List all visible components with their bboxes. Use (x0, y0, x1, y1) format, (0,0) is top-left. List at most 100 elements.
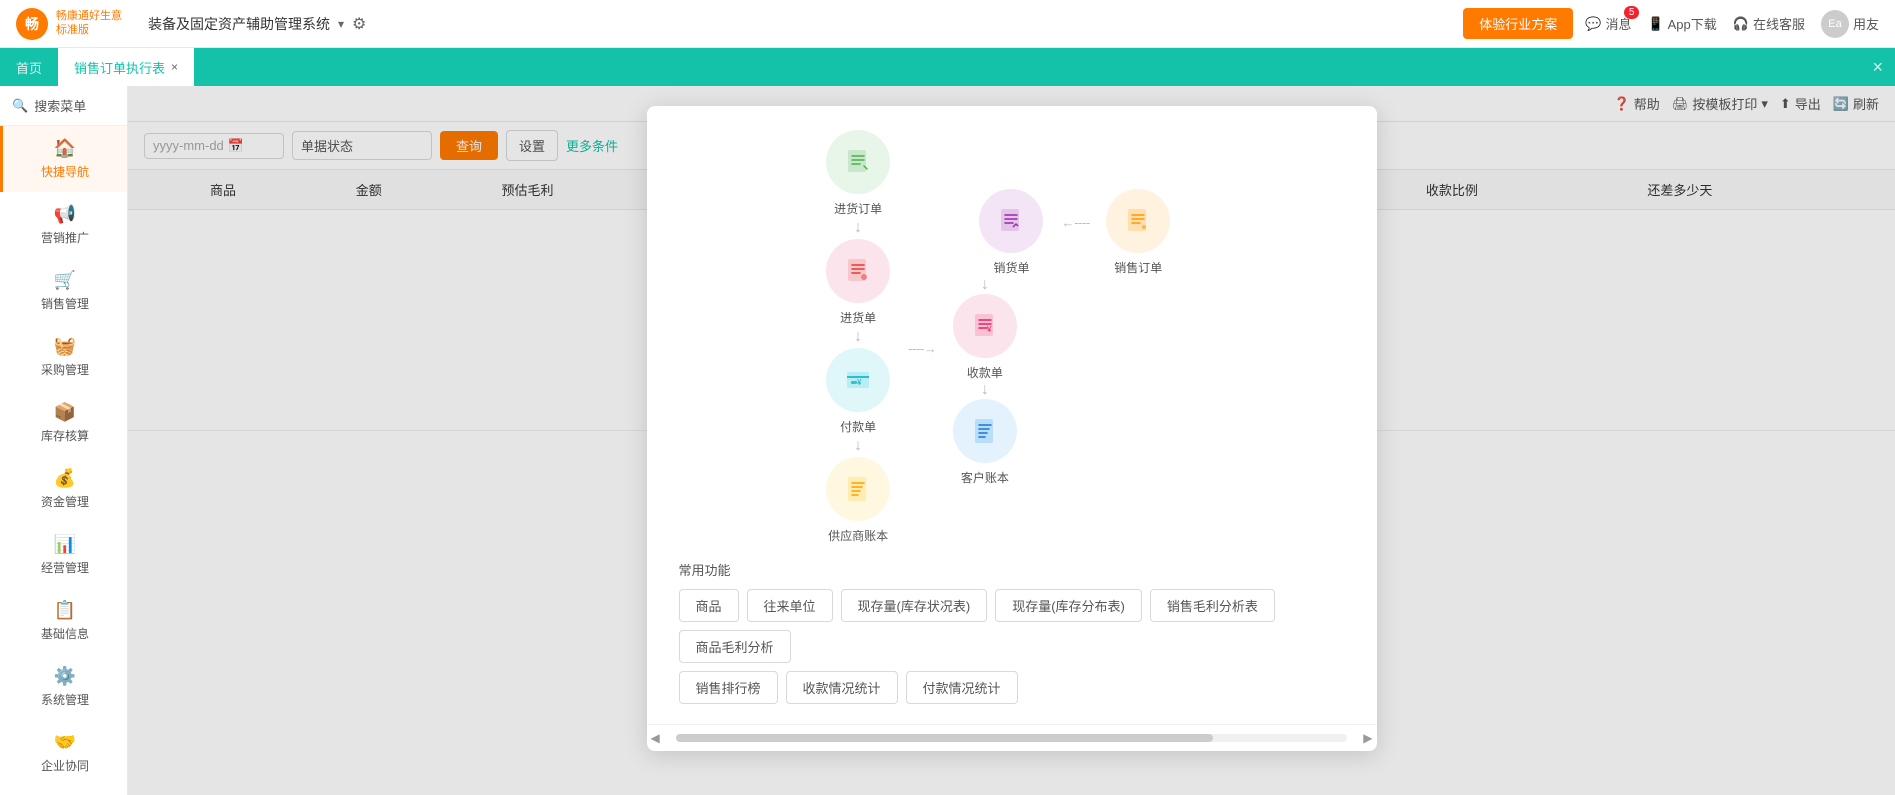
enterprise-icon: 🤝 (54, 732, 76, 753)
arrow-down-receipt: ↓ (935, 381, 1215, 399)
flow-node-receipt[interactable]: ¥ 收款单 (935, 294, 1035, 381)
sidebar-item-finance[interactable]: 💰 资金管理 (0, 456, 127, 522)
purchase-icon: 🧺 (54, 336, 76, 357)
func-btn-goods-margin[interactable]: 商品毛利分析 (679, 630, 791, 663)
sidebar-item-inventory[interactable]: 📦 库存核算 (0, 390, 127, 456)
purchase-order-label: 进货订单 (834, 200, 882, 217)
customer-ledger-label: 客户账本 (961, 469, 1009, 486)
modal-scroll: ◀ ▶ (647, 724, 1377, 751)
online-service-button[interactable]: 🎧 在线客服 (1733, 14, 1805, 33)
trial-button[interactable]: 体验行业方案 (1463, 8, 1573, 39)
quick-nav-icon: 🏠 (54, 138, 76, 159)
mid-arrows: ↓ (935, 276, 1215, 294)
finance-icon: 💰 (54, 468, 76, 489)
basic-info-icon: 📋 (54, 600, 76, 621)
sidebar-item-newbie[interactable]: 🌟 新手引导 (0, 786, 127, 795)
sales-order-label: 销售订单 (1114, 259, 1162, 276)
func-btn-stock-status[interactable]: 现存量(库存状况表) (841, 589, 988, 622)
marketing-icon: 📢 (54, 204, 76, 225)
h-arrow-1: - - - - → (908, 319, 935, 356)
sidebar-item-purchase[interactable]: 🧺 采购管理 (0, 324, 127, 390)
main-layout: 🔍 搜索菜单 🏠 快捷导航 📢 营销推广 🛒 销售管理 🧺 采购管理 📦 库存核… (0, 86, 1895, 795)
logo-area: 畅 畅康通好生意标准版 (16, 8, 136, 40)
func-btns-row1: 商品 往来单位 现存量(库存状况表) 现存量(库存分布表) 销售毛利分析表 商品… (679, 589, 1345, 663)
sidebar-item-label: 库存核算 (41, 427, 89, 444)
func-btns-row2: 销售排行榜 收款情况统计 付款情况统计 (679, 671, 1345, 704)
purchase-order-icon (826, 130, 890, 194)
func-btn-sales-rank[interactable]: 销售排行榜 (679, 671, 778, 704)
flow-node-purchase-order[interactable]: 进货订单 (808, 130, 908, 217)
purchase-bill-icon (826, 239, 890, 303)
app-download-button[interactable]: 📱 App下载 (1647, 14, 1716, 33)
sidebar-search-label: 搜索菜单 (34, 96, 86, 115)
sidebar-item-label: 经营管理 (41, 559, 89, 576)
sidebar-item-label: 快捷导航 (41, 163, 89, 180)
sales-bill-icon (979, 189, 1043, 253)
user-menu-button[interactable]: Ea 用友 (1821, 10, 1879, 38)
common-functions-title: 常用功能 (679, 560, 1345, 579)
func-btn-receipt-stats[interactable]: 收款情况统计 (786, 671, 898, 704)
app-label: App下载 (1668, 14, 1717, 33)
modal-overlay: 进货订单 ↓ (128, 86, 1895, 795)
supplier-ledger-icon (826, 457, 890, 521)
func-btn-goods[interactable]: 商品 (679, 589, 739, 622)
no-arrow (1115, 276, 1215, 294)
flow-node-sales-bill[interactable]: 销货单 (961, 189, 1061, 276)
arrow-down-sales-bill: ↓ (935, 276, 1035, 294)
spacer (1035, 276, 1115, 294)
sidebar-item-basic-info[interactable]: 📋 基础信息 (0, 588, 127, 654)
scroll-left-arrow[interactable]: ◀ (647, 731, 664, 745)
func-btn-partners[interactable]: 往来单位 (747, 589, 833, 622)
sidebar: 🔍 搜索菜单 🏠 快捷导航 📢 营销推广 🛒 销售管理 🧺 采购管理 📦 库存核… (0, 86, 128, 795)
scroll-track[interactable] (676, 734, 1348, 742)
scroll-right-arrow[interactable]: ▶ (1359, 731, 1376, 745)
sidebar-item-operations[interactable]: 📊 经营管理 (0, 522, 127, 588)
operations-icon: 📊 (54, 534, 76, 555)
system-dropdown-icon[interactable]: ▾ (338, 17, 344, 31)
sales-bill-label: 销货单 (993, 259, 1029, 276)
message-button[interactable]: 💬 消息 5 (1585, 14, 1631, 33)
system-title: 装备及固定资产辅助管理系统 ▾ ⚙ (148, 14, 1451, 34)
receipt-label: 收款单 (967, 364, 1003, 381)
sidebar-item-enterprise[interactable]: 🤝 企业协同 (0, 720, 127, 786)
payment-label: 付款单 (840, 418, 876, 435)
customer-ledger-icon (953, 399, 1017, 463)
flow-node-customer-ledger[interactable]: 客户账本 (935, 399, 1035, 486)
supplier-ledger-label: 供应商账本 (828, 527, 888, 544)
tab-close-button[interactable]: × (171, 60, 178, 74)
flow-node-payment[interactable]: ¥ 付款单 (808, 348, 908, 435)
func-btn-sales-margin[interactable]: 销售毛利分析表 (1150, 589, 1275, 622)
flow-node-supplier-ledger[interactable]: 供应商账本 (808, 457, 908, 544)
common-functions: 常用功能 商品 往来单位 现存量(库存状况表) 现存量(库存分布表) 销售毛利分… (679, 560, 1345, 704)
arrow-receipt-down: ↓ (935, 381, 1035, 399)
sidebar-item-system[interactable]: ⚙️ 系统管理 (0, 654, 127, 720)
sidebar-item-marketing[interactable]: 📢 营销推广 (0, 192, 127, 258)
svg-text:¥: ¥ (856, 378, 862, 387)
sidebar-item-quick-nav[interactable]: 🏠 快捷导航 (0, 126, 127, 192)
sidebar-item-label: 资金管理 (41, 493, 89, 510)
right-flow-col: 销货单 ← - - - - (935, 189, 1215, 486)
arrow-down-2: ↓ (854, 328, 862, 346)
tab-sales-order[interactable]: 销售订单执行表 × (58, 48, 194, 86)
arrow-down-1: ↓ (854, 219, 862, 237)
sidebar-item-sales[interactable]: 🛒 销售管理 (0, 258, 127, 324)
quick-nav-modal: 进货订单 ↓ (647, 106, 1377, 751)
h-arrow-2: ← - - - - (1061, 215, 1088, 250)
sidebar-search[interactable]: 🔍 搜索菜单 (0, 86, 127, 126)
sidebar-item-label: 销售管理 (41, 295, 89, 312)
receipt-row: ¥ 收款单 (935, 294, 1215, 381)
sidebar-item-label: 系统管理 (41, 691, 89, 708)
service-label: 在线客服 (1753, 14, 1805, 33)
flow-node-purchase-bill[interactable]: 进货单 (808, 239, 908, 326)
payment-icon: ¥ (826, 348, 890, 412)
sidebar-item-label: 营销推广 (41, 229, 89, 246)
svg-text:¥: ¥ (986, 325, 992, 334)
avatar: Ea (1821, 10, 1849, 38)
scroll-thumb (676, 734, 1213, 742)
tab-bar-close-button[interactable]: × (1872, 57, 1883, 78)
func-btn-stock-dist[interactable]: 现存量(库存分布表) (995, 589, 1142, 622)
settings-icon[interactable]: ⚙ (352, 14, 366, 34)
flow-node-sales-order[interactable]: 销售订单 (1088, 189, 1188, 276)
func-btn-payment-stats[interactable]: 付款情况统计 (906, 671, 1018, 704)
tab-home[interactable]: 首页 (0, 48, 58, 86)
